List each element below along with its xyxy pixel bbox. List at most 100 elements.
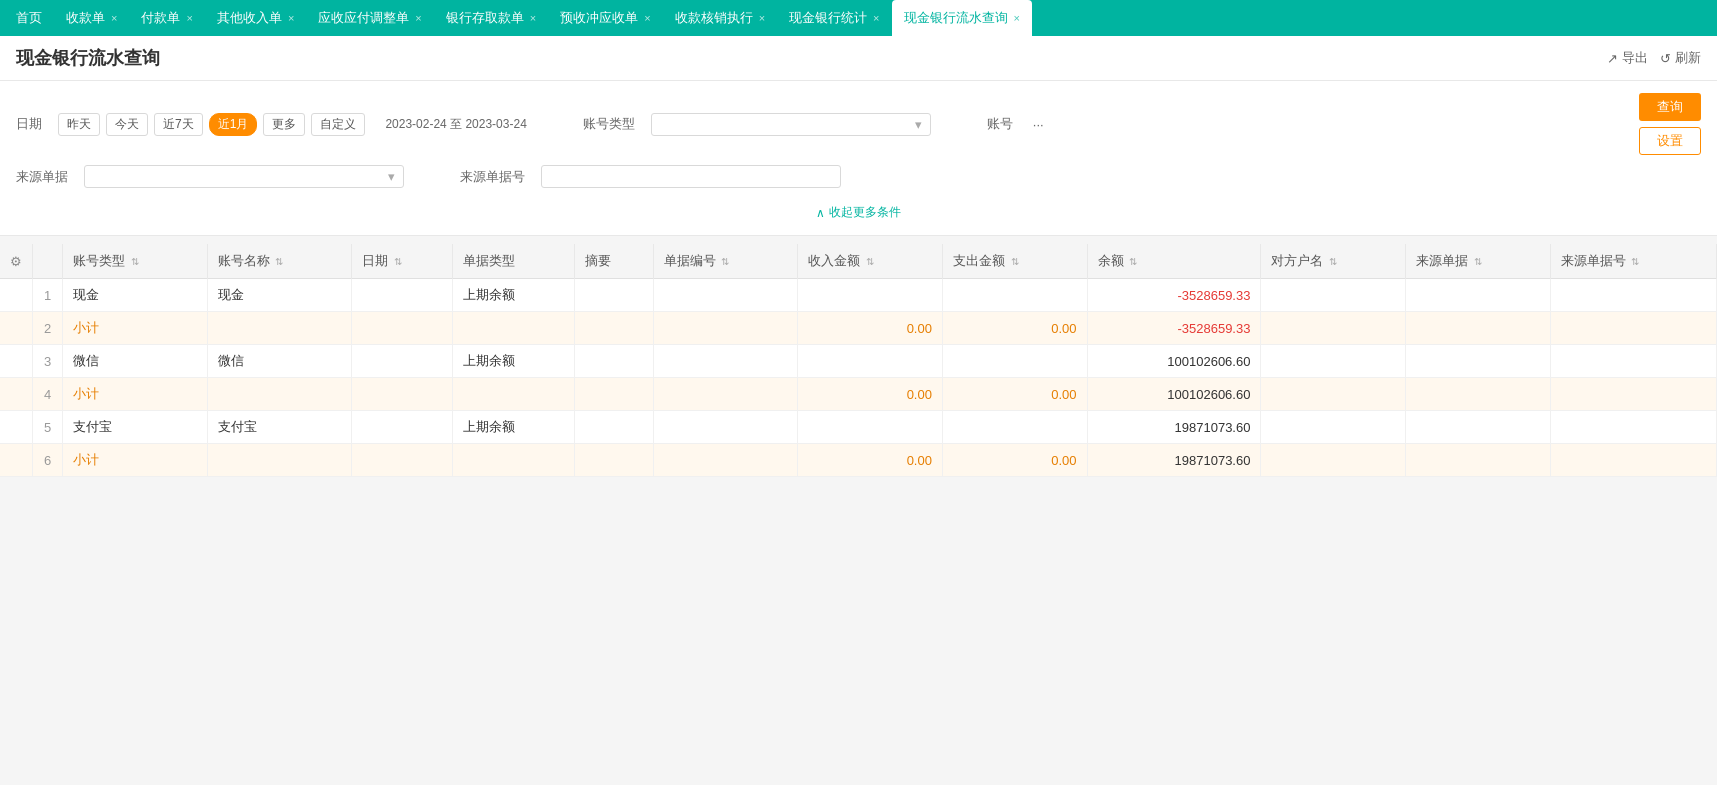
row-account-name bbox=[207, 378, 352, 411]
row-gear[interactable] bbox=[0, 411, 33, 444]
table-row: 2 小计 0.00 0.00 -3528659.33 bbox=[0, 312, 1717, 345]
column-account-name[interactable]: 账号名称 ⇅ bbox=[207, 244, 352, 279]
date-btn-today[interactable]: 今天 bbox=[106, 113, 148, 136]
row-gear[interactable] bbox=[0, 312, 33, 345]
row-summary bbox=[575, 411, 653, 444]
column-gear[interactable]: ⚙ bbox=[0, 244, 33, 279]
row-date bbox=[352, 345, 453, 378]
row-number: 6 bbox=[33, 444, 63, 477]
settings-button[interactable]: 设置 bbox=[1639, 127, 1701, 155]
refresh-icon: ↺ bbox=[1660, 51, 1671, 66]
row-expense: 0.00 bbox=[942, 444, 1087, 477]
row-doc-num bbox=[653, 279, 798, 312]
source-doc-select[interactable]: ▾ bbox=[84, 165, 404, 188]
close-icon[interactable]: × bbox=[111, 12, 117, 24]
row-number: 2 bbox=[33, 312, 63, 345]
row-source-doc-num bbox=[1550, 345, 1716, 378]
row-counterpart bbox=[1261, 378, 1406, 411]
column-source-doc[interactable]: 来源单据 ⇅ bbox=[1406, 244, 1551, 279]
nav-cash-stats[interactable]: 现金银行统计 × bbox=[777, 0, 891, 36]
row-counterpart bbox=[1261, 411, 1406, 444]
row-gear[interactable] bbox=[0, 378, 33, 411]
column-doc-num[interactable]: 单据编号 ⇅ bbox=[653, 244, 798, 279]
page-title: 现金银行流水查询 bbox=[16, 46, 160, 70]
table-row: 1 现金 现金 上期余额 -3528659.33 bbox=[0, 279, 1717, 312]
close-icon[interactable]: × bbox=[530, 12, 536, 24]
row-balance: 100102606.60 bbox=[1087, 345, 1261, 378]
nav-receipt[interactable]: 收款单 × bbox=[54, 0, 129, 36]
close-icon[interactable]: × bbox=[415, 12, 421, 24]
row-account-name: 支付宝 bbox=[207, 411, 352, 444]
nav-bank-deposit[interactable]: 银行存取款单 × bbox=[434, 0, 548, 36]
date-btn-7days[interactable]: 近7天 bbox=[154, 113, 203, 136]
cash-flow-table: ⚙ 账号类型 ⇅ 账号名称 ⇅ 日期 ⇅ 单据类型 摘要 单据编号 ⇅ 收入金额… bbox=[0, 244, 1717, 477]
date-btn-yesterday[interactable]: 昨天 bbox=[58, 113, 100, 136]
row-balance: 19871073.60 bbox=[1087, 444, 1261, 477]
row-doc-num bbox=[653, 312, 798, 345]
date-btn-custom[interactable]: 自定义 bbox=[311, 113, 365, 136]
row-expense: 0.00 bbox=[942, 312, 1087, 345]
header-actions: ↗ 导出 ↺ 刷新 bbox=[1607, 49, 1701, 67]
row-date bbox=[352, 444, 453, 477]
row-summary bbox=[575, 312, 653, 345]
close-icon[interactable]: × bbox=[288, 12, 294, 24]
nav-adjustment[interactable]: 应收应付调整单 × bbox=[306, 0, 433, 36]
row-gear[interactable] bbox=[0, 345, 33, 378]
source-doc-num-input[interactable] bbox=[541, 165, 841, 188]
data-table-container: ⚙ 账号类型 ⇅ 账号名称 ⇅ 日期 ⇅ 单据类型 摘要 单据编号 ⇅ 收入金额… bbox=[0, 244, 1717, 477]
row-gear[interactable] bbox=[0, 279, 33, 312]
row-source-doc-num bbox=[1550, 312, 1716, 345]
row-number: 4 bbox=[33, 378, 63, 411]
column-counterpart[interactable]: 对方户名 ⇅ bbox=[1261, 244, 1406, 279]
column-balance[interactable]: 余额 ⇅ bbox=[1087, 244, 1261, 279]
nav-reconcile[interactable]: 收款核销执行 × bbox=[663, 0, 777, 36]
column-account-type[interactable]: 账号类型 ⇅ bbox=[63, 244, 208, 279]
nav-payment[interactable]: 付款单 × bbox=[129, 0, 204, 36]
date-btn-more[interactable]: 更多 bbox=[263, 113, 305, 136]
nav-home[interactable]: 首页 bbox=[4, 0, 54, 36]
row-balance: -3528659.33 bbox=[1087, 279, 1261, 312]
row-date bbox=[352, 279, 453, 312]
filter-row-1: 日期 昨天 今天 近7天 近1月 更多 自定义 2023-02-24 至 202… bbox=[16, 93, 1701, 155]
column-doc-type: 单据类型 bbox=[453, 244, 575, 279]
row-account-name bbox=[207, 312, 352, 345]
date-quick-buttons: 昨天 今天 近7天 近1月 更多 自定义 bbox=[58, 113, 365, 136]
row-account-name: 微信 bbox=[207, 345, 352, 378]
export-button[interactable]: ↗ 导出 bbox=[1607, 49, 1648, 67]
column-source-doc-num[interactable]: 来源单据号 ⇅ bbox=[1550, 244, 1716, 279]
row-account-type: 微信 bbox=[63, 345, 208, 378]
row-expense bbox=[942, 279, 1087, 312]
row-source-doc bbox=[1406, 312, 1551, 345]
close-icon[interactable]: × bbox=[873, 12, 879, 24]
column-expense[interactable]: 支出金额 ⇅ bbox=[942, 244, 1087, 279]
close-icon[interactable]: × bbox=[1014, 12, 1020, 24]
source-doc-label: 来源单据 bbox=[16, 168, 68, 186]
column-summary: 摘要 bbox=[575, 244, 653, 279]
date-btn-1month[interactable]: 近1月 bbox=[209, 113, 258, 136]
export-icon: ↗ bbox=[1607, 51, 1618, 66]
account-more-icon[interactable]: ··· bbox=[1033, 117, 1044, 132]
column-date[interactable]: 日期 ⇅ bbox=[352, 244, 453, 279]
close-icon[interactable]: × bbox=[759, 12, 765, 24]
row-source-doc bbox=[1406, 411, 1551, 444]
row-date bbox=[352, 411, 453, 444]
nav-cash-flow-query[interactable]: 现金银行流水查询 × bbox=[892, 0, 1032, 36]
nav-other-income[interactable]: 其他收入单 × bbox=[205, 0, 306, 36]
refresh-button[interactable]: ↺ 刷新 bbox=[1660, 49, 1701, 67]
column-rownum bbox=[33, 244, 63, 279]
query-button[interactable]: 查询 bbox=[1639, 93, 1701, 121]
row-gear[interactable] bbox=[0, 444, 33, 477]
row-account-type: 现金 bbox=[63, 279, 208, 312]
nav-prepay[interactable]: 预收冲应收单 × bbox=[548, 0, 662, 36]
row-source-doc bbox=[1406, 444, 1551, 477]
row-number: 1 bbox=[33, 279, 63, 312]
row-counterpart bbox=[1261, 279, 1406, 312]
query-settings-buttons: 查询 设置 bbox=[1639, 93, 1701, 155]
row-date bbox=[352, 312, 453, 345]
row-source-doc bbox=[1406, 345, 1551, 378]
close-icon[interactable]: × bbox=[186, 12, 192, 24]
column-income[interactable]: 收入金额 ⇅ bbox=[798, 244, 943, 279]
account-type-select[interactable]: ▾ bbox=[651, 113, 931, 136]
close-icon[interactable]: × bbox=[644, 12, 650, 24]
collapse-button[interactable]: ∧ 收起更多条件 bbox=[16, 198, 1701, 223]
